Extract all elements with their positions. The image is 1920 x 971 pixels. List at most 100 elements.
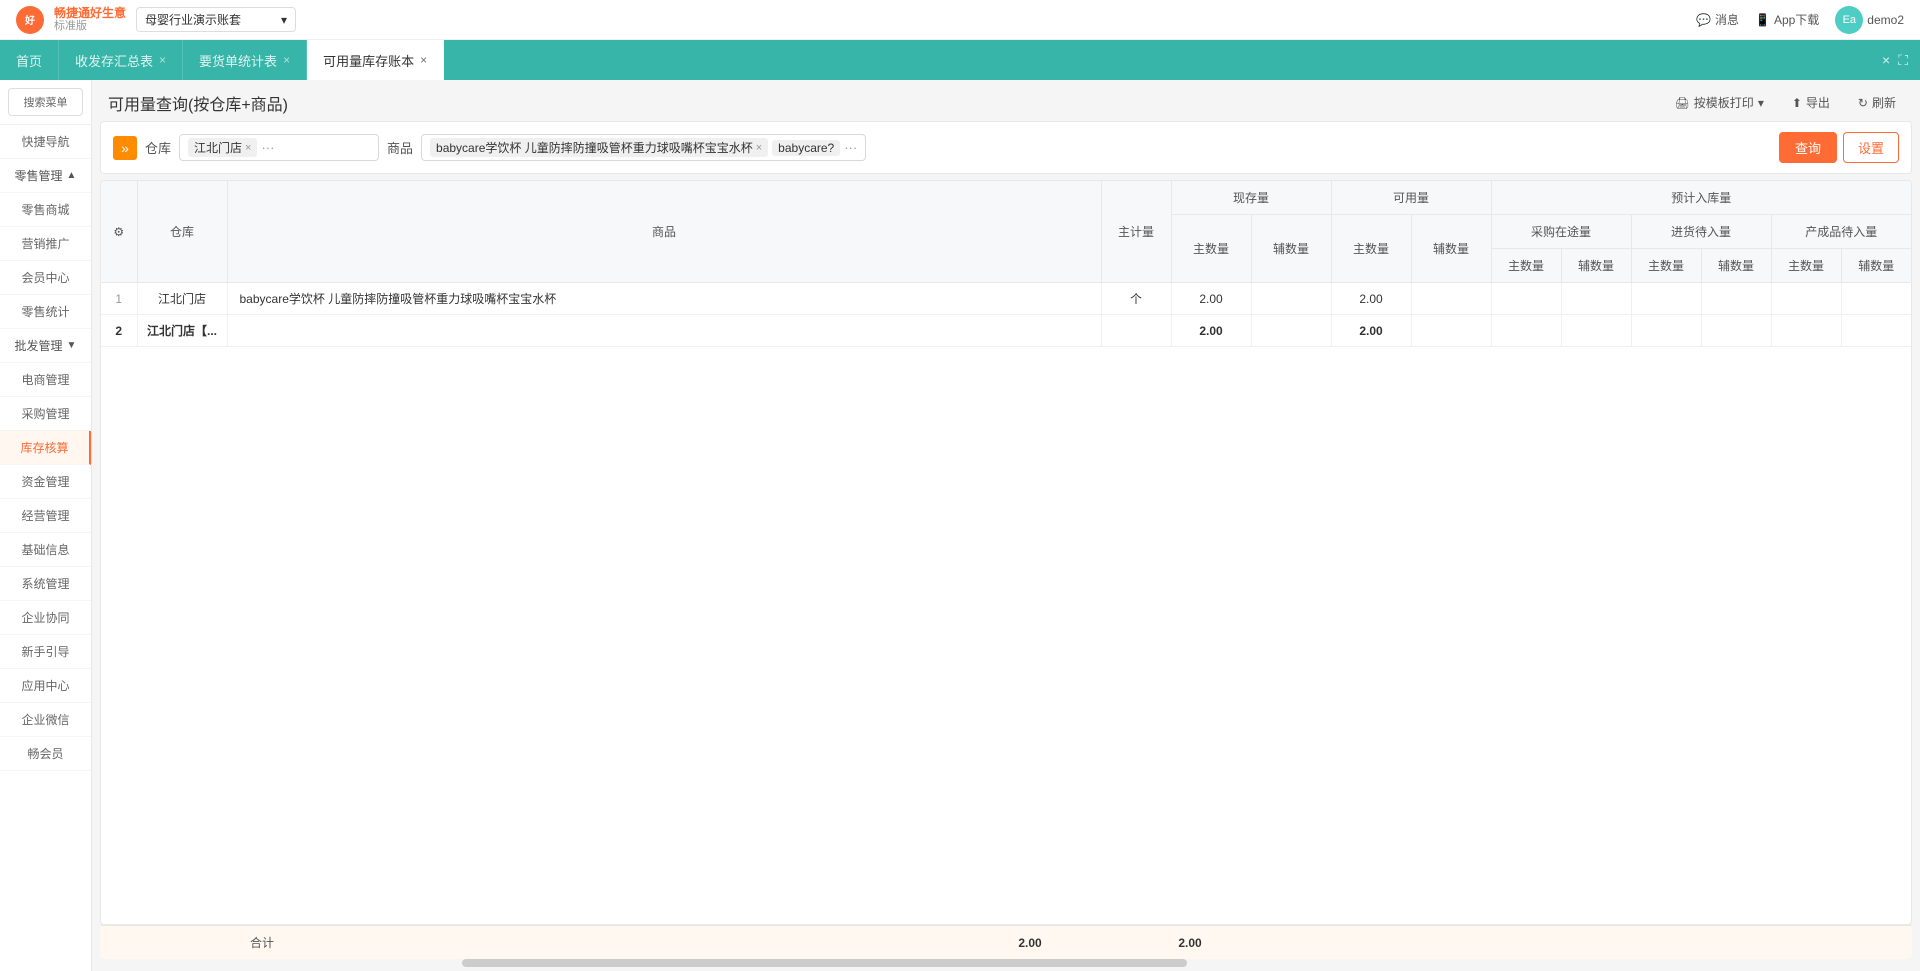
tab-close-available[interactable]: × [420,53,427,67]
th-pt-aux: 辅数量 [1561,249,1631,283]
row-1-avail-aux [1411,283,1491,315]
th-pa-aux: 辅数量 [1701,249,1771,283]
settings-btn[interactable]: 设置 [1843,132,1899,163]
brand-name: 畅捷通好生意 [54,6,126,20]
sidebar-item-retail-mall[interactable]: 零售商城 [0,193,91,227]
product-tag-1: babycare学饮杯 儿童防摔防撞吸管杯重力球吸嘴杯宝宝水杯 × [430,138,768,157]
top-bar: 好 畅捷通好生意 标准版 母婴行业演示账套 ▾ 💬 消息 📱 App下载 Ea … [0,0,1920,40]
row-1-unit: 个 [1101,283,1171,315]
sidebar-item-retail-stats[interactable]: 零售统计 [0,295,91,329]
export-icon: ⬆ [1792,96,1802,110]
warehouse-label: 仓库 [145,138,171,157]
th-current-aux: 辅数量 [1251,215,1331,283]
message-btn[interactable]: 💬 消息 [1696,11,1739,28]
close-window-btn[interactable]: × [1882,52,1890,68]
warehouse-filter[interactable]: 江北门店 × ··· [179,134,379,161]
nav-tabs-bar: 首页 收发存汇总表 × 要货单统计表 × 可用量库存账本 × × ⛶ [0,40,1920,80]
row-1-avail-main: 2.00 [1331,283,1411,315]
export-btn[interactable]: ⬆ 导出 [1784,90,1838,115]
sidebar-item-finance[interactable]: 资金管理 [0,465,91,499]
row-2-pa-aux [1701,315,1771,347]
th-available: 可用量 [1331,181,1491,215]
filter-toggle-btn[interactable]: » [113,136,137,160]
row-2-pa-main [1631,315,1701,347]
settings-icon[interactable]: ⚙ [113,225,124,239]
th-settings: ⚙ [101,181,137,283]
row-1-current-main: 2.00 [1171,283,1251,315]
sidebar-item-newbie[interactable]: 新手引导 [0,635,91,669]
row-1-settings: 1 [101,283,137,315]
sidebar-item-operations[interactable]: 经营管理 [0,499,91,533]
table-row: 2 江北门店【... 2.00 2.00 [101,315,1911,347]
sidebar-item-marketing[interactable]: 营销推广 [0,227,91,261]
th-forecast-in: 预计入库量 [1491,181,1911,215]
th-product: 商品 [227,181,1101,283]
app-download-btn[interactable]: 📱 App下载 [1755,11,1819,28]
sidebar-item-wechat-biz[interactable]: 企业微信 [0,703,91,737]
header-actions: 🖨 按模板打印 ▾ ⬆ 导出 ↻ 刷新 [1667,90,1904,115]
row-2-current-main: 2.00 [1171,315,1251,347]
row-2-unit [1101,315,1171,347]
page-title: 可用量查询(按仓库+商品) [108,91,288,115]
tab-close-requisition[interactable]: × [283,53,290,67]
row-1-current-aux [1251,283,1331,315]
filter-actions: 查询 设置 [1779,132,1899,163]
product-filter[interactable]: babycare学饮杯 儿童防摔防撞吸管杯重力球吸嘴杯宝宝水杯 × babyca… [421,134,866,161]
row-2-prod-aux [1841,315,1911,347]
sidebar-item-ecommerce[interactable]: 电商管理 [0,363,91,397]
row-1-warehouse: 江北门店 [137,283,227,315]
avatar: Ea [1835,6,1863,34]
download-icon: 📱 [1755,13,1770,27]
chevron-down-icon: ▾ [1758,96,1764,110]
sidebar-item-inventory[interactable]: 库存核算 [0,431,91,465]
sidebar-search-area: 搜索菜单 [0,80,91,125]
top-bar-right: 💬 消息 📱 App下载 Ea demo2 [1696,6,1904,34]
refresh-btn[interactable]: ↻ 刷新 [1850,90,1904,115]
row-1-prod-main [1771,283,1841,315]
row-1-pa-aux [1701,283,1771,315]
sidebar-item-purchase[interactable]: 采购管理 [0,397,91,431]
footer-avail-main: 2.00 [1150,936,1230,950]
refresh-icon: ↻ [1858,96,1868,110]
warehouse-tag: 江北门店 × [188,138,257,157]
th-prod-aux: 辅数量 [1841,249,1911,283]
sidebar-item-retail-mgmt[interactable]: 零售管理 ▲ [0,159,91,193]
tab-receivesend[interactable]: 收发存汇总表 × [59,40,183,80]
content-area: 可用量查询(按仓库+商品) 🖨 按模板打印 ▾ ⬆ 导出 ↻ 刷新 » [92,80,1920,971]
sidebar-item-member-center[interactable]: 会员中心 [0,261,91,295]
tab-home[interactable]: 首页 [0,40,59,80]
row-1-prod-aux [1841,283,1911,315]
row-1-pt-main [1491,283,1561,315]
tab-available[interactable]: 可用量库存账本 × [307,40,444,80]
row-1-pt-aux [1561,283,1631,315]
sidebar-item-basic-info[interactable]: 基础信息 [0,533,91,567]
remove-product-tag-1[interactable]: × [756,142,762,154]
logo-icon: 好 [16,6,44,34]
th-current-stock: 现存量 [1171,181,1331,215]
warehouse-dots[interactable]: ··· [261,140,274,155]
sidebar-item-quicknav[interactable]: 快捷导航 [0,125,91,159]
sidebar-item-wholesale[interactable]: 批发管理 ▼ [0,329,91,363]
product-dots[interactable]: ··· [844,140,857,155]
th-current-main: 主数量 [1171,215,1251,283]
row-1-pa-main [1631,283,1701,315]
sidebar-item-member[interactable]: 畅会员 [0,737,91,771]
maximize-window-btn[interactable]: ⛶ [1898,52,1908,69]
industry-select[interactable]: 母婴行业演示账套 ▾ [136,7,296,32]
th-purchase-arriving: 进货待入量 [1631,215,1771,249]
tab-requisition[interactable]: 要货单统计表 × [183,40,307,80]
search-menu-btn[interactable]: 搜索菜单 [8,88,83,116]
th-pt-main: 主数量 [1491,249,1561,283]
th-purchase-transit: 采购在途量 [1491,215,1631,249]
user-menu[interactable]: Ea demo2 [1835,6,1904,34]
query-btn[interactable]: 查询 [1779,132,1837,163]
tab-close-receivesend[interactable]: × [159,53,166,67]
row-2-pt-aux [1561,315,1631,347]
remove-warehouse-tag[interactable]: × [245,142,251,154]
sidebar-item-enterprise[interactable]: 企业协同 [0,601,91,635]
print-btn[interactable]: 🖨 按模板打印 ▾ [1667,90,1772,115]
sidebar-item-app-center[interactable]: 应用中心 [0,669,91,703]
std-label: 标准版 [54,20,126,33]
sidebar-item-system[interactable]: 系统管理 [0,567,91,601]
horizontal-scrollbar[interactable] [100,959,1912,967]
